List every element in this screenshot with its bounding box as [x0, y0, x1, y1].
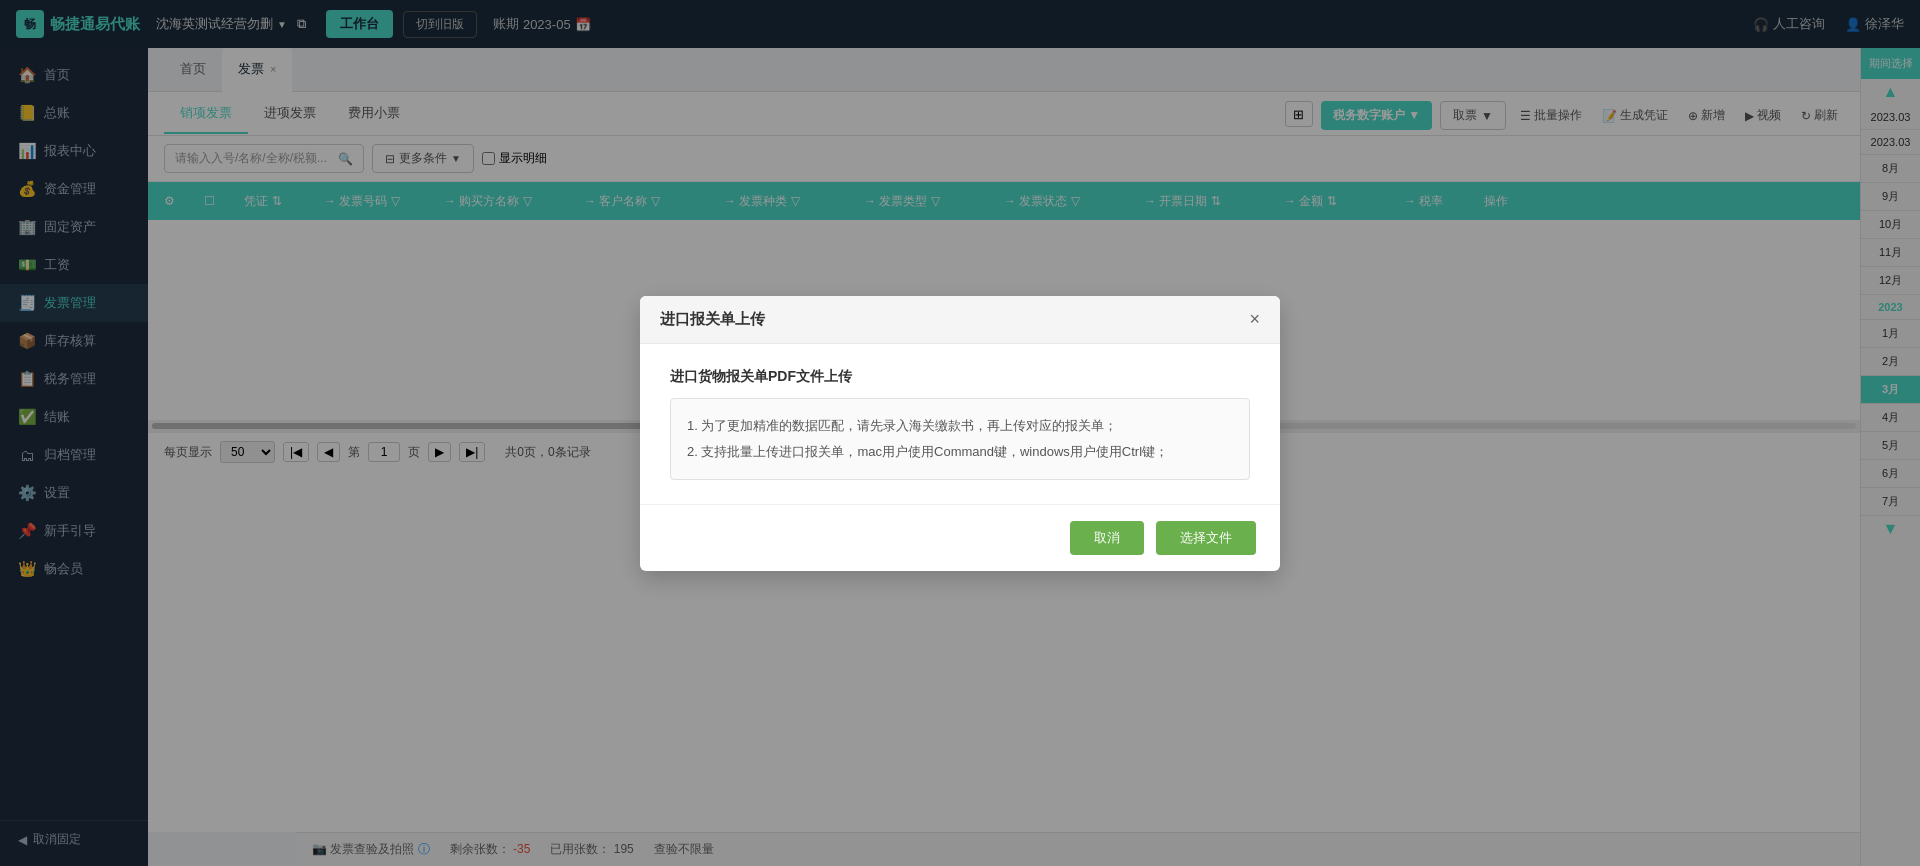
- info-item-1: 2. 支持批量上传进口报关单，mac用户使用Command键，windows用户…: [687, 439, 1233, 465]
- info-box: 1. 为了更加精准的数据匹配，请先录入海关缴款书，再上传对应的报关单； 2. 支…: [670, 398, 1250, 480]
- select-file-button[interactable]: 选择文件: [1156, 521, 1256, 555]
- cancel-button[interactable]: 取消: [1070, 521, 1144, 555]
- modal-close-button[interactable]: ×: [1249, 310, 1260, 328]
- modal-title: 进口报关单上传: [660, 310, 765, 329]
- modal-footer: 取消 选择文件: [640, 504, 1280, 571]
- upload-title: 进口货物报关单PDF文件上传: [670, 368, 1250, 386]
- info-item-0: 1. 为了更加精准的数据匹配，请先录入海关缴款书，再上传对应的报关单；: [687, 413, 1233, 439]
- modal-overlay: 进口报关单上传 × 进口货物报关单PDF文件上传 1. 为了更加精准的数据匹配，…: [0, 0, 1920, 866]
- import-modal: 进口报关单上传 × 进口货物报关单PDF文件上传 1. 为了更加精准的数据匹配，…: [640, 296, 1280, 571]
- modal-header: 进口报关单上传 ×: [640, 296, 1280, 344]
- modal-body: 进口货物报关单PDF文件上传 1. 为了更加精准的数据匹配，请先录入海关缴款书，…: [640, 344, 1280, 504]
